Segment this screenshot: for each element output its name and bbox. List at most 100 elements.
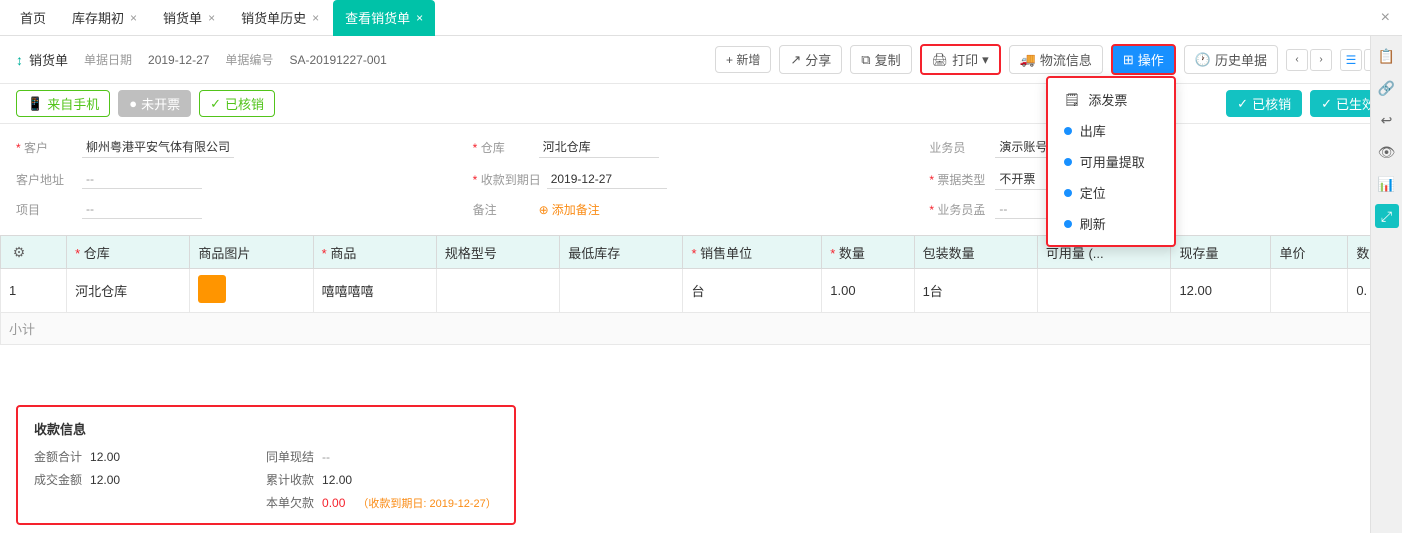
same-order-value: --: [322, 450, 330, 464]
new-button[interactable]: + 新增: [715, 46, 771, 73]
op-refresh[interactable]: 刷新: [1048, 208, 1174, 239]
op-locate[interactable]: 定位: [1048, 177, 1174, 208]
same-order-label: 同单现结: [266, 448, 314, 465]
col-min-stock: 最低库存: [560, 236, 683, 269]
cell-pack[interactable]: 1台: [914, 269, 1037, 313]
staff-label: 业务员: [929, 139, 989, 156]
settings-icon[interactable]: ⚙: [9, 242, 29, 262]
outbound-dot: [1064, 127, 1072, 135]
doc-meta: 单据日期 2019-12-27 单据编号 SA-20191227-001: [84, 51, 387, 68]
tab-home-label: 首页: [20, 8, 46, 27]
col-warehouse: * 仓库: [67, 236, 190, 269]
due-date-value[interactable]: 2019-12-27: [547, 170, 667, 189]
tab-sales[interactable]: 销货单 ×: [151, 0, 227, 36]
op-available-qty[interactable]: 可用量提取: [1048, 146, 1174, 177]
address-field: 客户地址 --: [16, 170, 473, 189]
sidebar-icon-1[interactable]: 📋: [1375, 44, 1399, 68]
logistics-button[interactable]: 🚚 物流信息: [1009, 45, 1103, 74]
cell-current[interactable]: 12.00: [1171, 269, 1271, 313]
copy-button[interactable]: ⧉ 复制: [850, 45, 911, 74]
customer-field: 客户 柳州粤港平安气体有限公司: [16, 136, 473, 158]
window-close-button[interactable]: ×: [1377, 5, 1394, 31]
warehouse-label: 仓库: [473, 139, 533, 156]
cell-qty[interactable]: 1.00: [822, 269, 914, 313]
date-label: 单据日期: [84, 51, 132, 68]
col-product: * 商品: [313, 236, 436, 269]
invoice-icon: 🗒: [1064, 92, 1081, 108]
sidebar-icon-3[interactable]: ↩: [1375, 108, 1399, 132]
cell-available[interactable]: [1037, 269, 1171, 313]
form-row-2: 客户地址 -- 收款到期日 2019-12-27 票据类型 不开票: [16, 168, 1386, 190]
nav-arrows: ‹ ›: [1286, 49, 1332, 71]
cell-price[interactable]: [1271, 269, 1348, 313]
total-row: 金额合计 12.00: [34, 448, 266, 465]
project-label: 项目: [16, 201, 76, 218]
sidebar-icon-2[interactable]: 🔗: [1375, 76, 1399, 100]
cell-min-stock[interactable]: [560, 269, 683, 313]
col-pack: 包装数量: [914, 236, 1037, 269]
warehouse-field: 仓库 河北仓库: [473, 136, 930, 158]
form-section: 客户 柳州粤港平安气体有限公司 仓库 河北仓库 业务员 演示账号 客户地址 --…: [0, 124, 1402, 235]
from-phone-btn[interactable]: 📱 来自手机: [16, 90, 110, 117]
operation-icon: ⊞: [1123, 52, 1134, 68]
cell-product[interactable]: 嘻嘻嘻嘻: [313, 269, 436, 313]
next-button[interactable]: ›: [1310, 49, 1332, 71]
operation-button[interactable]: ⊞ 操作: [1111, 44, 1176, 75]
op-add-invoice[interactable]: 🗒 添发票: [1048, 84, 1174, 115]
history-button[interactable]: 🕐 历史单据: [1184, 45, 1278, 74]
actual-value: 12.00: [90, 473, 120, 487]
right-sidebar: 📋 🔗 ↩ 👁 📊 ⤢: [1370, 36, 1402, 533]
sidebar-icon-4[interactable]: 👁: [1375, 140, 1399, 164]
history-icon: 🕐: [1195, 52, 1211, 68]
no-label: 单据编号: [225, 51, 273, 68]
tab-inventory[interactable]: 库存期初 ×: [60, 0, 149, 36]
due-date-label: 收款到期日: [473, 171, 541, 188]
tab-view-sales[interactable]: 查看销货单 ×: [333, 0, 435, 36]
note-label: 备注: [473, 201, 533, 218]
form-row-1: 客户 柳州粤港平安气体有限公司 仓库 河北仓库 业务员 演示账号: [16, 136, 1386, 158]
project-value[interactable]: --: [82, 200, 202, 219]
tab-inventory-label: 库存期初: [72, 8, 124, 27]
col-current: 现存量: [1171, 236, 1271, 269]
sales-order-icon: ↕: [16, 52, 23, 68]
prev-button[interactable]: ‹: [1286, 49, 1308, 71]
tab-home[interactable]: 首页: [8, 0, 58, 36]
share-icon: ↗: [790, 52, 801, 68]
already-sold-btn[interactable]: ✓ 已核销: [1226, 90, 1302, 117]
tab-sales-history[interactable]: 销货单历史 ×: [229, 0, 331, 36]
total-label: 金额合计: [34, 448, 82, 465]
toolbar-row: 📱 来自手机 ● 未开票 ✓ 已核销 ✓ 已核销 ✓ 已生效: [0, 84, 1402, 124]
op-outbound[interactable]: 出库: [1048, 115, 1174, 146]
table-header-row: ⚙ * 仓库 商品图片 * 商品 规格型号 最低库存 * 销售单位 * 数量 包…: [1, 236, 1402, 269]
print-button[interactable]: 🖨 打印 ▾: [920, 44, 1001, 75]
same-order-row: 同单现结 --: [266, 448, 498, 465]
tab-sales-close[interactable]: ×: [208, 12, 215, 24]
not-open-btn[interactable]: ● 未开票: [118, 90, 191, 117]
tab-inventory-close[interactable]: ×: [130, 12, 137, 24]
note-field: 备注 添加备注: [473, 201, 930, 218]
tab-sales-history-close[interactable]: ×: [312, 12, 319, 24]
balance-value: 0.00: [322, 496, 345, 510]
subtotal-label: 小计: [1, 313, 1402, 345]
cell-warehouse[interactable]: 河北仓库: [67, 269, 190, 313]
cell-spec[interactable]: [436, 269, 559, 313]
col-gear: ⚙: [1, 236, 67, 269]
check-btn[interactable]: ✓ 已核销: [199, 90, 275, 117]
actual-label: 成交金额: [34, 471, 82, 488]
warehouse-value[interactable]: 河北仓库: [539, 136, 659, 158]
customer-value[interactable]: 柳州粤港平安气体有限公司: [82, 136, 234, 158]
form-row-3: 项目 -- 备注 添加备注 业务员孟 --: [16, 200, 1386, 219]
list-view-button[interactable]: ☰: [1340, 49, 1362, 71]
share-button[interactable]: ↗ 分享: [779, 45, 842, 74]
sidebar-icon-expand[interactable]: ⤢: [1375, 204, 1399, 228]
payment-grid: 金额合计 12.00 同单现结 -- 成交金额 12.00 累计收款 12.00…: [34, 448, 498, 511]
tab-sales-label: 销货单: [163, 8, 202, 27]
doc-type-label: 销货单: [29, 50, 68, 69]
sidebar-icon-5[interactable]: 📊: [1375, 172, 1399, 196]
add-note-btn[interactable]: 添加备注: [539, 201, 600, 218]
tab-view-sales-close[interactable]: ×: [416, 12, 423, 24]
cell-unit[interactable]: 台: [683, 269, 822, 313]
address-value[interactable]: --: [82, 170, 202, 189]
date-value: 2019-12-27: [148, 53, 209, 67]
total-value: 12.00: [90, 450, 120, 464]
